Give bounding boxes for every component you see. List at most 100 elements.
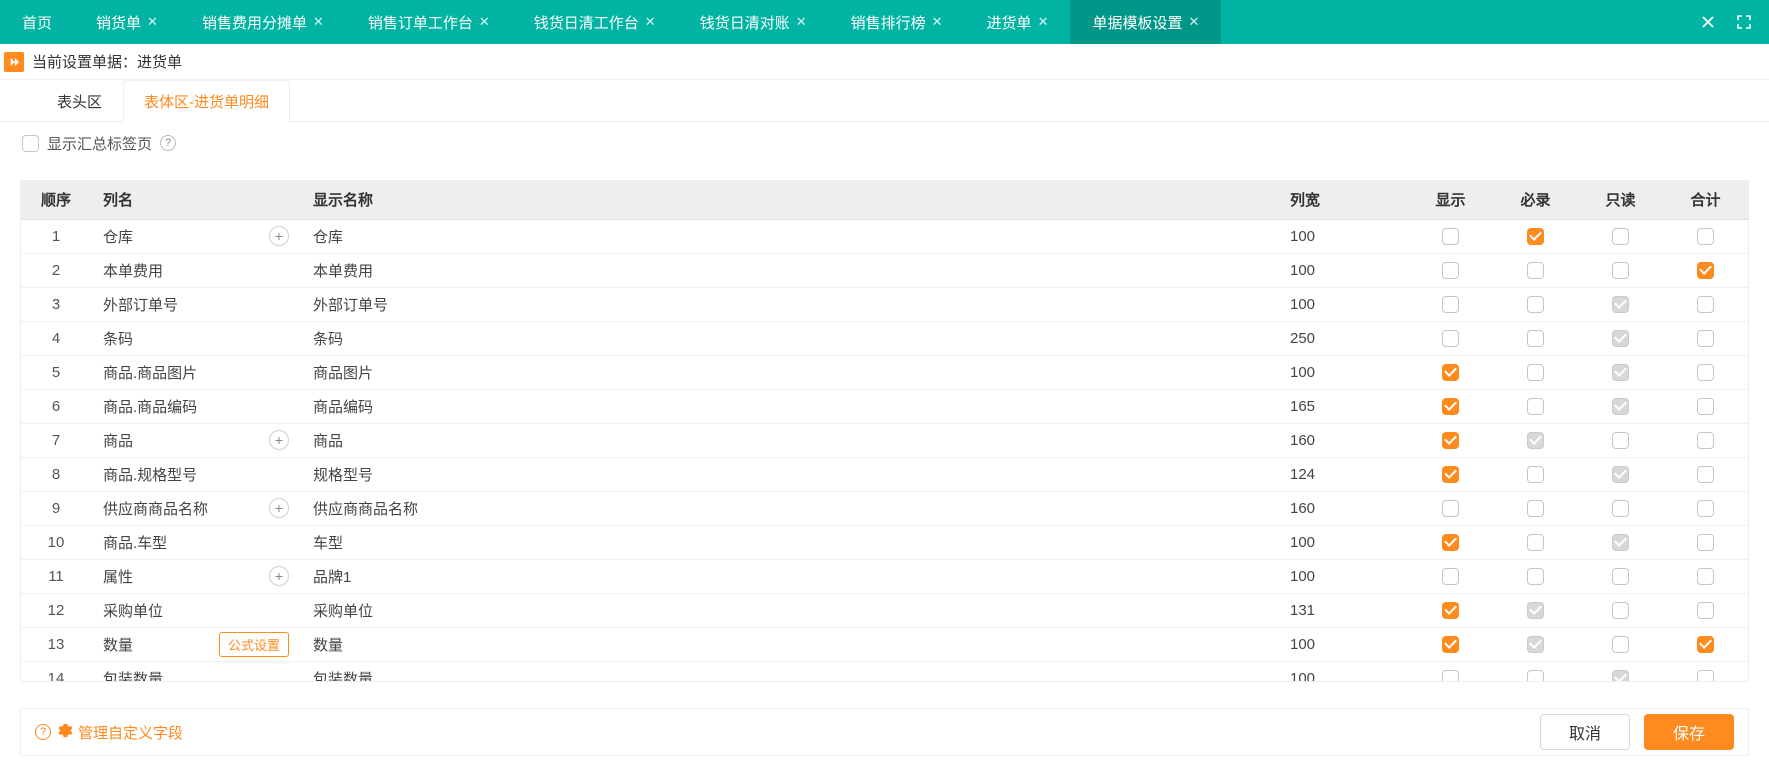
close-icon[interactable]: ✕ <box>796 14 807 30</box>
top-tab[interactable]: 销售费用分摊单✕ <box>180 0 346 44</box>
cell-width[interactable]: 100 <box>1278 525 1408 559</box>
add-icon[interactable]: + <box>269 226 289 246</box>
checkbox[interactable] <box>1612 432 1629 449</box>
manage-custom-fields-link[interactable]: 管理自定义字段 <box>78 722 183 743</box>
checkbox[interactable] <box>1697 670 1714 681</box>
cell-display[interactable]: 仓库 <box>301 219 1278 253</box>
checkbox[interactable] <box>1697 602 1714 619</box>
sub-tab[interactable]: 表体区-进货单明细 <box>123 80 290 122</box>
checkbox[interactable] <box>1442 636 1459 653</box>
checkbox[interactable] <box>1527 364 1544 381</box>
cell-width[interactable]: 100 <box>1278 287 1408 321</box>
close-icon[interactable]: ✕ <box>147 14 158 30</box>
add-icon[interactable]: + <box>269 566 289 586</box>
checkbox[interactable] <box>1697 534 1714 551</box>
checkbox[interactable] <box>1697 228 1714 245</box>
formula-button[interactable]: 公式设置 <box>219 632 289 657</box>
table-row[interactable]: 10商品.车型车型100 <box>21 525 1748 559</box>
top-tab[interactable]: 钱货日清工作台✕ <box>512 0 678 44</box>
table-row[interactable]: 9供应商商品名称+供应商商品名称160 <box>21 491 1748 525</box>
top-tab[interactable]: 进货单✕ <box>965 0 1071 44</box>
cell-display[interactable]: 规格型号 <box>301 457 1278 491</box>
cell-display[interactable]: 采购单位 <box>301 593 1278 627</box>
checkbox[interactable] <box>1612 602 1629 619</box>
show-summary-checkbox[interactable] <box>22 135 39 152</box>
close-all-tabs-icon[interactable] <box>1699 13 1717 31</box>
cancel-button[interactable]: 取消 <box>1540 714 1630 750</box>
checkbox[interactable] <box>1697 296 1714 313</box>
checkbox[interactable] <box>1612 500 1629 517</box>
checkbox[interactable] <box>1697 568 1714 585</box>
checkbox[interactable] <box>1442 398 1459 415</box>
top-tab[interactable]: 钱货日清对账✕ <box>678 0 829 44</box>
cell-display[interactable]: 供应商商品名称 <box>301 491 1278 525</box>
checkbox[interactable] <box>1442 568 1459 585</box>
table-row[interactable]: 13数量公式设置数量100 <box>21 627 1748 661</box>
checkbox[interactable] <box>1527 330 1544 347</box>
checkbox[interactable] <box>1527 228 1544 245</box>
close-icon[interactable]: ✕ <box>932 14 943 30</box>
sidebar-expand-icon[interactable] <box>4 52 24 72</box>
checkbox[interactable] <box>1442 534 1459 551</box>
top-tab[interactable]: 销货单✕ <box>74 0 180 44</box>
checkbox[interactable] <box>1442 500 1459 517</box>
cell-width[interactable]: 131 <box>1278 593 1408 627</box>
top-tab[interactable]: 销售订单工作台✕ <box>346 0 512 44</box>
checkbox[interactable] <box>1527 500 1544 517</box>
close-icon[interactable]: ✕ <box>1038 14 1049 30</box>
add-icon[interactable]: + <box>269 430 289 450</box>
cell-width[interactable]: 100 <box>1278 627 1408 661</box>
gear-icon[interactable] <box>57 723 72 742</box>
table-row[interactable]: 2本单费用本单费用100 <box>21 253 1748 287</box>
cell-display[interactable]: 品牌1 <box>301 559 1278 593</box>
close-icon[interactable]: ✕ <box>479 14 490 30</box>
checkbox[interactable] <box>1527 262 1544 279</box>
cell-width[interactable]: 100 <box>1278 559 1408 593</box>
checkbox[interactable] <box>1442 466 1459 483</box>
checkbox[interactable] <box>1527 398 1544 415</box>
checkbox[interactable] <box>1612 636 1629 653</box>
checkbox[interactable] <box>1442 432 1459 449</box>
cell-display[interactable]: 商品 <box>301 423 1278 457</box>
checkbox[interactable] <box>1697 262 1714 279</box>
checkbox[interactable] <box>1697 636 1714 653</box>
cell-width[interactable]: 165 <box>1278 389 1408 423</box>
checkbox[interactable] <box>1697 364 1714 381</box>
checkbox[interactable] <box>1527 670 1544 681</box>
cell-width[interactable]: 100 <box>1278 661 1408 681</box>
cell-width[interactable]: 160 <box>1278 491 1408 525</box>
save-button[interactable]: 保存 <box>1644 714 1734 750</box>
checkbox[interactable] <box>1697 330 1714 347</box>
checkbox[interactable] <box>1442 670 1459 681</box>
top-tab[interactable]: 单据模板设置✕ <box>1070 0 1221 44</box>
checkbox[interactable] <box>1442 262 1459 279</box>
cell-width[interactable]: 100 <box>1278 219 1408 253</box>
checkbox[interactable] <box>1697 432 1714 449</box>
checkbox[interactable] <box>1612 568 1629 585</box>
checkbox[interactable] <box>1527 534 1544 551</box>
close-icon[interactable]: ✕ <box>645 14 656 30</box>
checkbox[interactable] <box>1442 228 1459 245</box>
checkbox[interactable] <box>1442 330 1459 347</box>
table-row[interactable]: 5商品.商品图片商品图片100 <box>21 355 1748 389</box>
table-row[interactable]: 12采购单位采购单位131 <box>21 593 1748 627</box>
table-row[interactable]: 8商品.规格型号规格型号124 <box>21 457 1748 491</box>
checkbox[interactable] <box>1697 500 1714 517</box>
table-row[interactable]: 1仓库+仓库100 <box>21 219 1748 253</box>
cell-width[interactable]: 250 <box>1278 321 1408 355</box>
sub-tab[interactable]: 表头区 <box>36 80 123 122</box>
fullscreen-icon[interactable] <box>1735 13 1753 31</box>
footer-help-icon[interactable]: ? <box>35 724 51 740</box>
top-tab[interactable]: 首页 <box>0 0 74 44</box>
cell-width[interactable]: 160 <box>1278 423 1408 457</box>
cell-display[interactable]: 外部订单号 <box>301 287 1278 321</box>
cell-width[interactable]: 124 <box>1278 457 1408 491</box>
checkbox[interactable] <box>1442 602 1459 619</box>
cell-display[interactable]: 包装数量 <box>301 661 1278 681</box>
cell-display[interactable]: 车型 <box>301 525 1278 559</box>
cell-width[interactable]: 100 <box>1278 355 1408 389</box>
close-icon[interactable]: ✕ <box>313 14 324 30</box>
checkbox[interactable] <box>1612 262 1629 279</box>
cell-display[interactable]: 条码 <box>301 321 1278 355</box>
table-row[interactable]: 11属性+品牌1100 <box>21 559 1748 593</box>
